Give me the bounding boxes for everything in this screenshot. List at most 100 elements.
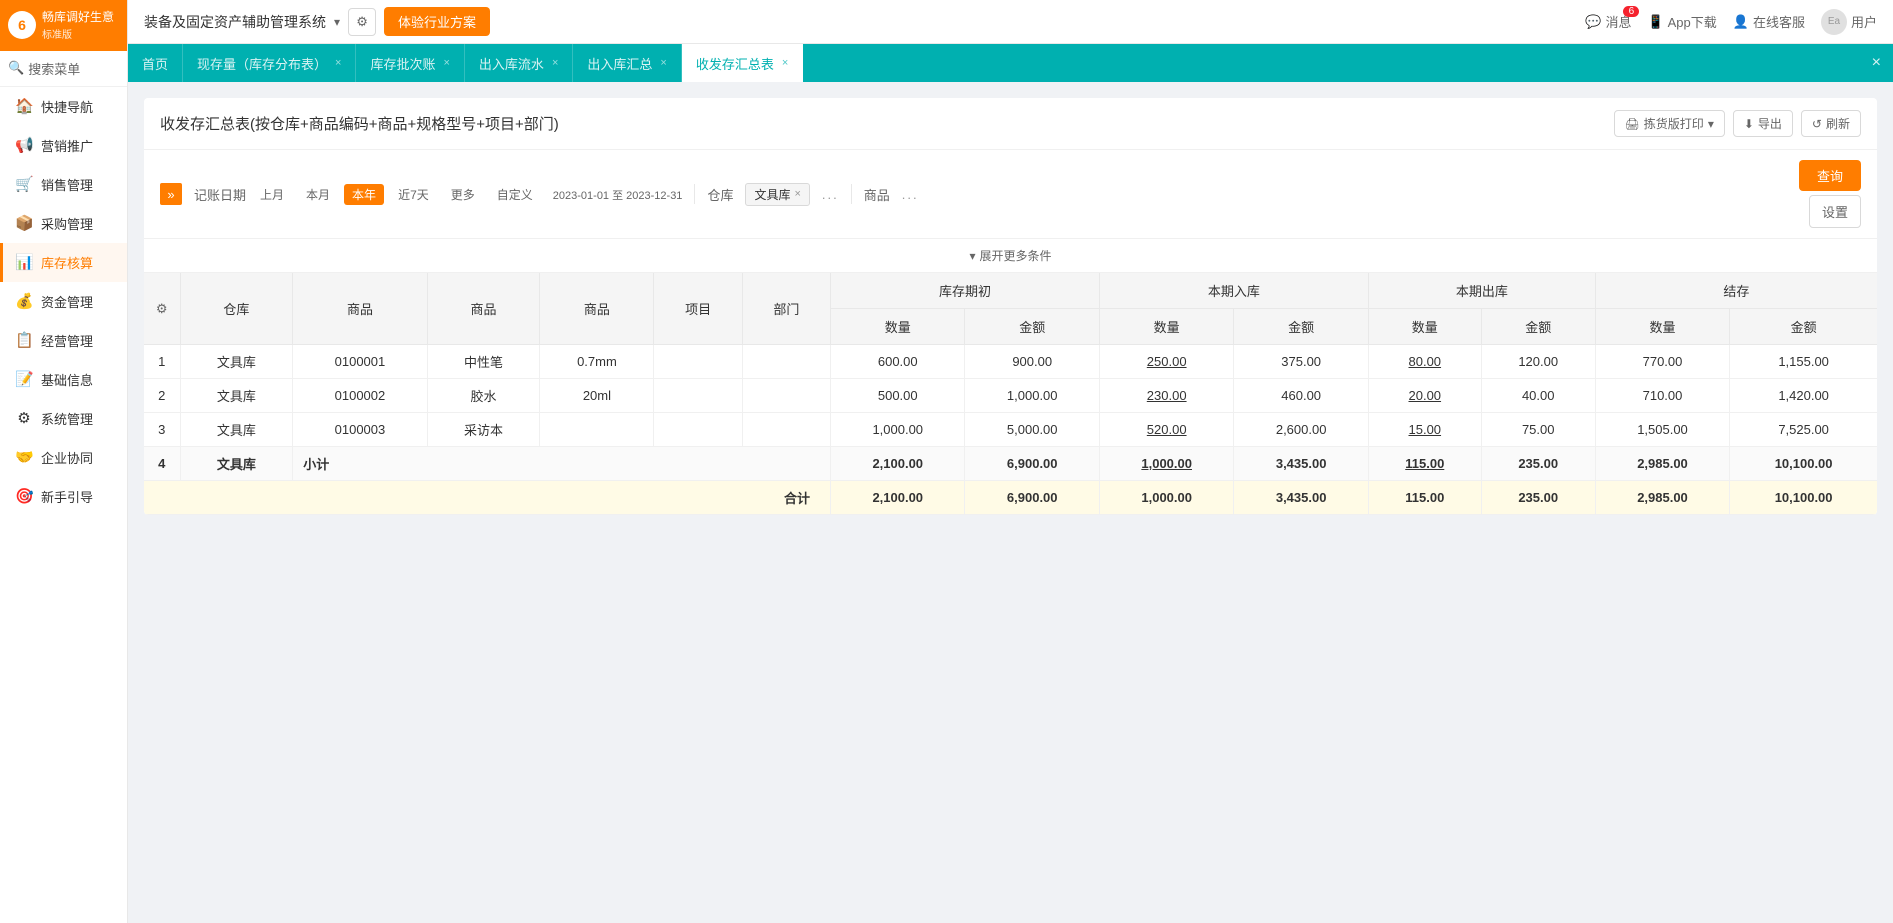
tab-in-out-summary-close[interactable]: × [660,57,666,69]
chevron-down-icon: ▾ [334,15,340,29]
th-group-balance: 结存 [1595,273,1877,309]
th-group-out: 本期出库 [1368,273,1595,309]
warehouse-tag[interactable]: 文具库 × [745,183,809,206]
date-btn-this-month[interactable]: 本月 [298,184,338,205]
tab-stock-dist-close[interactable]: × [335,57,341,69]
sidebar-item-marketing[interactable]: 📢 营销推广 [0,126,127,165]
tab-home[interactable]: 首页 [128,44,183,82]
tab-in-out-summary[interactable]: 出入库汇总 × [573,44,681,82]
row-out-qty[interactable]: 80.00 [1368,345,1481,379]
subtotal-warehouse: 文具库 [180,447,293,481]
row-opening-qty: 600.00 [831,345,965,379]
app-download-button[interactable]: 📱 App下载 [1647,12,1716,31]
row-in-qty[interactable]: 250.00 [1099,345,1233,379]
warehouse-tag-label: 文具库 [754,186,790,203]
app-download-label: App下载 [1668,12,1717,31]
inventory-icon: 📊 [15,253,33,271]
tab-receipt-summary-close[interactable]: × [782,57,788,69]
row-balance-qty: 770.00 [1595,345,1729,379]
row-in-amt: 460.00 [1234,379,1368,413]
tab-batch-ledger-close[interactable]: × [443,57,449,69]
th-product-name: 商品 [427,273,540,345]
sidebar-item-label: 经营管理 [41,331,93,350]
export-button[interactable]: ⬇ 导出 [1733,110,1793,137]
date-btn-last-month[interactable]: 上月 [252,184,292,205]
subtotal-row: 4 文具库 小计 2,100.00 6,900.00 1,000.00 3,43… [144,447,1877,481]
date-btn-7days[interactable]: 近7天 [390,184,437,205]
tab-batch-ledger[interactable]: 库存批次账 × [356,44,464,82]
sidebar-item-quick-nav[interactable]: 🏠 快捷导航 [0,87,127,126]
sidebar-item-sales[interactable]: 🛒 销售管理 [0,165,127,204]
tabs-close-all-button[interactable]: × [1860,54,1893,72]
row-product-name: 胶水 [427,379,540,413]
query-button[interactable]: 查询 [1799,160,1861,191]
total-out-qty: 115.00 [1368,481,1481,515]
total-opening-amt: 6,900.00 [965,481,1099,515]
date-btn-this-year[interactable]: 本年 [344,184,384,205]
row-project [654,413,742,447]
expand-more-button[interactable]: ▾ 展开更多条件 [969,247,1051,264]
subtotal-label: 小计 [293,447,831,481]
row-index: 2 [144,379,180,413]
row-in-qty[interactable]: 520.00 [1099,413,1233,447]
sidebar-item-label: 销售管理 [41,175,93,194]
sidebar-item-guide[interactable]: 🎯 新手引导 [0,477,127,516]
row-out-qty[interactable]: 15.00 [1368,413,1481,447]
sidebar-item-label: 采购管理 [41,214,93,233]
tabs-bar: 首页 现存量（库存分布表） × 库存批次账 × 出入库流水 × 出入库汇总 × … [128,44,1893,82]
date-btn-more[interactable]: 更多 [443,184,483,205]
row-in-qty[interactable]: 230.00 [1099,379,1233,413]
date-btn-custom[interactable]: 自定义 [489,184,541,205]
online-service-button[interactable]: 👤 在线客服 [1733,12,1805,31]
warehouse-dots[interactable]: ... [822,187,839,202]
quick-nav-icon: 🏠 [15,97,33,115]
main-area: 装备及固定资产辅助管理系统 ▾ ⚙ 体验行业方案 💬 消息 6 📱 App下载 … [128,0,1893,923]
th-product-code: 商品 [293,273,428,345]
notification-button[interactable]: 💬 消息 6 [1585,12,1631,31]
sidebar-item-operations[interactable]: 📋 经营管理 [0,321,127,360]
notification-icon: 💬 [1585,14,1601,30]
goods-dots[interactable]: ... [902,187,919,202]
tab-receipt-summary[interactable]: 收发存汇总表 × [682,44,803,82]
row-out-qty[interactable]: 20.00 [1368,379,1481,413]
sidebar-item-inventory[interactable]: 📊 库存核算 [0,243,127,282]
total-balance-amt: 10,100.00 [1730,481,1877,515]
tab-in-out-summary-label: 出入库汇总 [587,54,652,73]
notification-badge: 6 [1623,6,1639,17]
sidebar-item-label: 快捷导航 [41,97,93,116]
row-index: 1 [144,345,180,379]
tab-in-out-flow-close[interactable]: × [552,57,558,69]
sidebar-item-purchase[interactable]: 📦 采购管理 [0,204,127,243]
tab-stock-dist[interactable]: 现存量（库存分布表） × [183,44,356,82]
settings-small-button[interactable]: 设置 [1809,195,1861,228]
user-menu-button[interactable]: Ea 用户 [1821,9,1877,35]
expand-more-row: ▾ 展开更多条件 [144,239,1877,273]
filter-expand-button[interactable]: » [160,183,182,205]
sidebar-item-label: 库存核算 [41,253,93,272]
print-button[interactable]: 🖨 拣货版打印 ▾ [1614,110,1725,137]
avatar: Ea [1821,9,1847,35]
sidebar-item-system[interactable]: ⚙ 系统管理 [0,399,127,438]
tab-in-out-flow[interactable]: 出入库流水 × [465,44,573,82]
subtotal-in-qty[interactable]: 1,000.00 [1099,447,1233,481]
warehouse-tag-close[interactable]: × [794,188,800,200]
subtotal-in-amt: 3,435.00 [1234,447,1368,481]
row-opening-amt: 900.00 [965,345,1099,379]
search-menu[interactable]: 🔍 搜索菜单 [0,51,127,87]
sidebar-item-enterprise[interactable]: 🤝 企业协同 [0,438,127,477]
refresh-button[interactable]: ↺ 刷新 [1801,110,1861,137]
subtotal-opening-amt: 6,900.00 [965,447,1099,481]
sidebar-item-finance[interactable]: 💰 资金管理 [0,282,127,321]
trial-button[interactable]: 体验行业方案 [384,7,490,36]
system-dropdown[interactable]: ▾ [334,15,340,29]
row-warehouse: 文具库 [180,379,293,413]
th-out-qty: 数量 [1368,309,1481,345]
sidebar-item-basic[interactable]: 📝 基础信息 [0,360,127,399]
table-gear-icon[interactable]: ⚙ [156,301,168,316]
subtotal-out-qty[interactable]: 115.00 [1368,447,1481,481]
sidebar-item-label: 新手引导 [41,487,93,506]
topbar-settings-button[interactable]: ⚙ [348,8,376,36]
table-settings-header[interactable]: ⚙ [144,273,180,345]
row-in-amt: 375.00 [1234,345,1368,379]
total-label: 合计 [144,481,831,515]
